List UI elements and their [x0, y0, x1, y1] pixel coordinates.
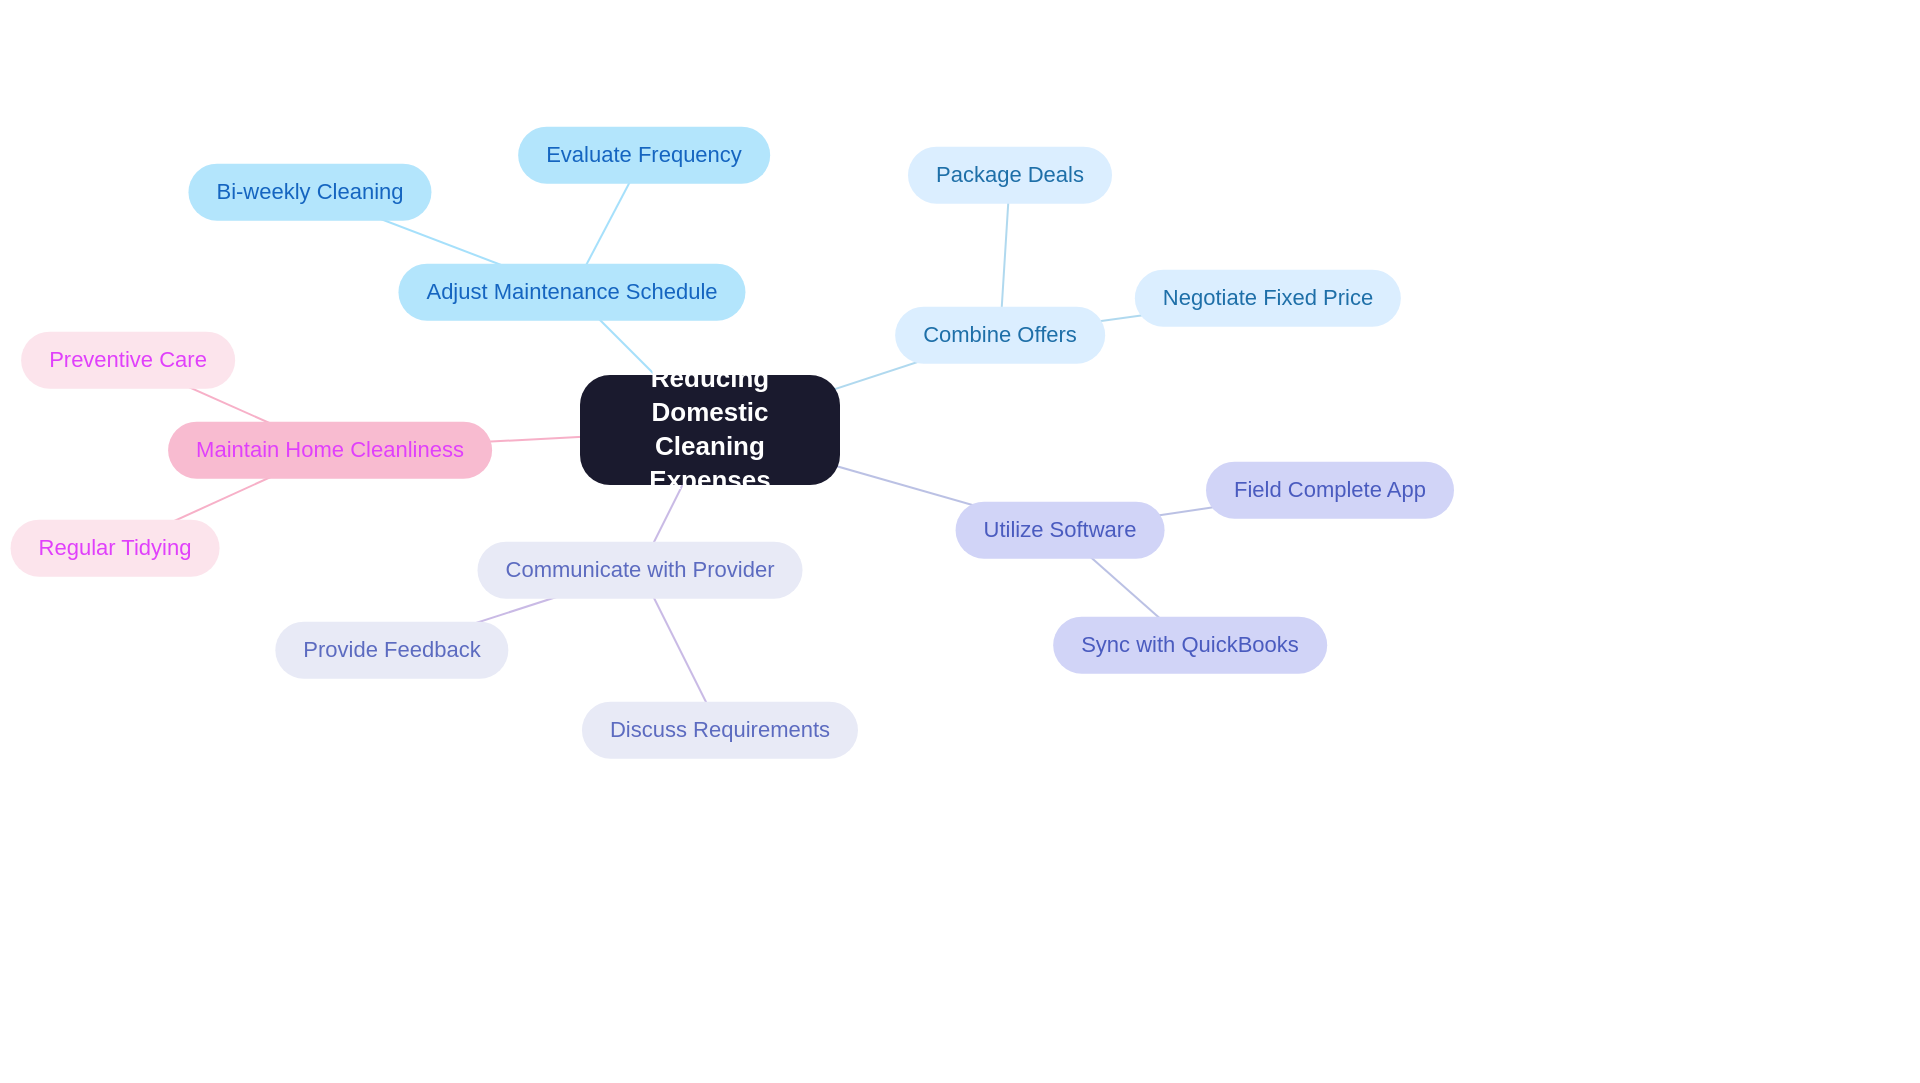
node-field_complete[interactable]: Field Complete App	[1206, 462, 1454, 519]
node-utilize_software[interactable]: Utilize Software	[956, 502, 1165, 559]
node-communicate[interactable]: Communicate with Provider	[478, 542, 803, 599]
node-negotiate_fixed[interactable]: Negotiate Fixed Price	[1135, 270, 1401, 327]
node-package_deals[interactable]: Package Deals	[908, 147, 1112, 204]
node-bi_weekly[interactable]: Bi-weekly Cleaning	[188, 164, 431, 221]
node-provide_feedback[interactable]: Provide Feedback	[275, 622, 508, 679]
node-sync_quickbooks[interactable]: Sync with QuickBooks	[1053, 617, 1327, 674]
mindmap-container: Reducing Domestic Cleaning Expenses Adjus…	[0, 0, 1920, 1083]
node-preventive_care[interactable]: Preventive Care	[21, 332, 235, 389]
node-adjust_maintenance[interactable]: Adjust Maintenance Schedule	[398, 264, 745, 321]
node-discuss_requirements[interactable]: Discuss Requirements	[582, 702, 858, 759]
node-regular_tidying[interactable]: Regular Tidying	[11, 520, 220, 577]
node-center[interactable]: Reducing Domestic Cleaning Expenses	[580, 375, 840, 485]
node-evaluate_frequency[interactable]: Evaluate Frequency	[518, 127, 770, 184]
node-maintain_home[interactable]: Maintain Home Cleanliness	[168, 422, 492, 479]
node-combine_offers[interactable]: Combine Offers	[895, 307, 1105, 364]
